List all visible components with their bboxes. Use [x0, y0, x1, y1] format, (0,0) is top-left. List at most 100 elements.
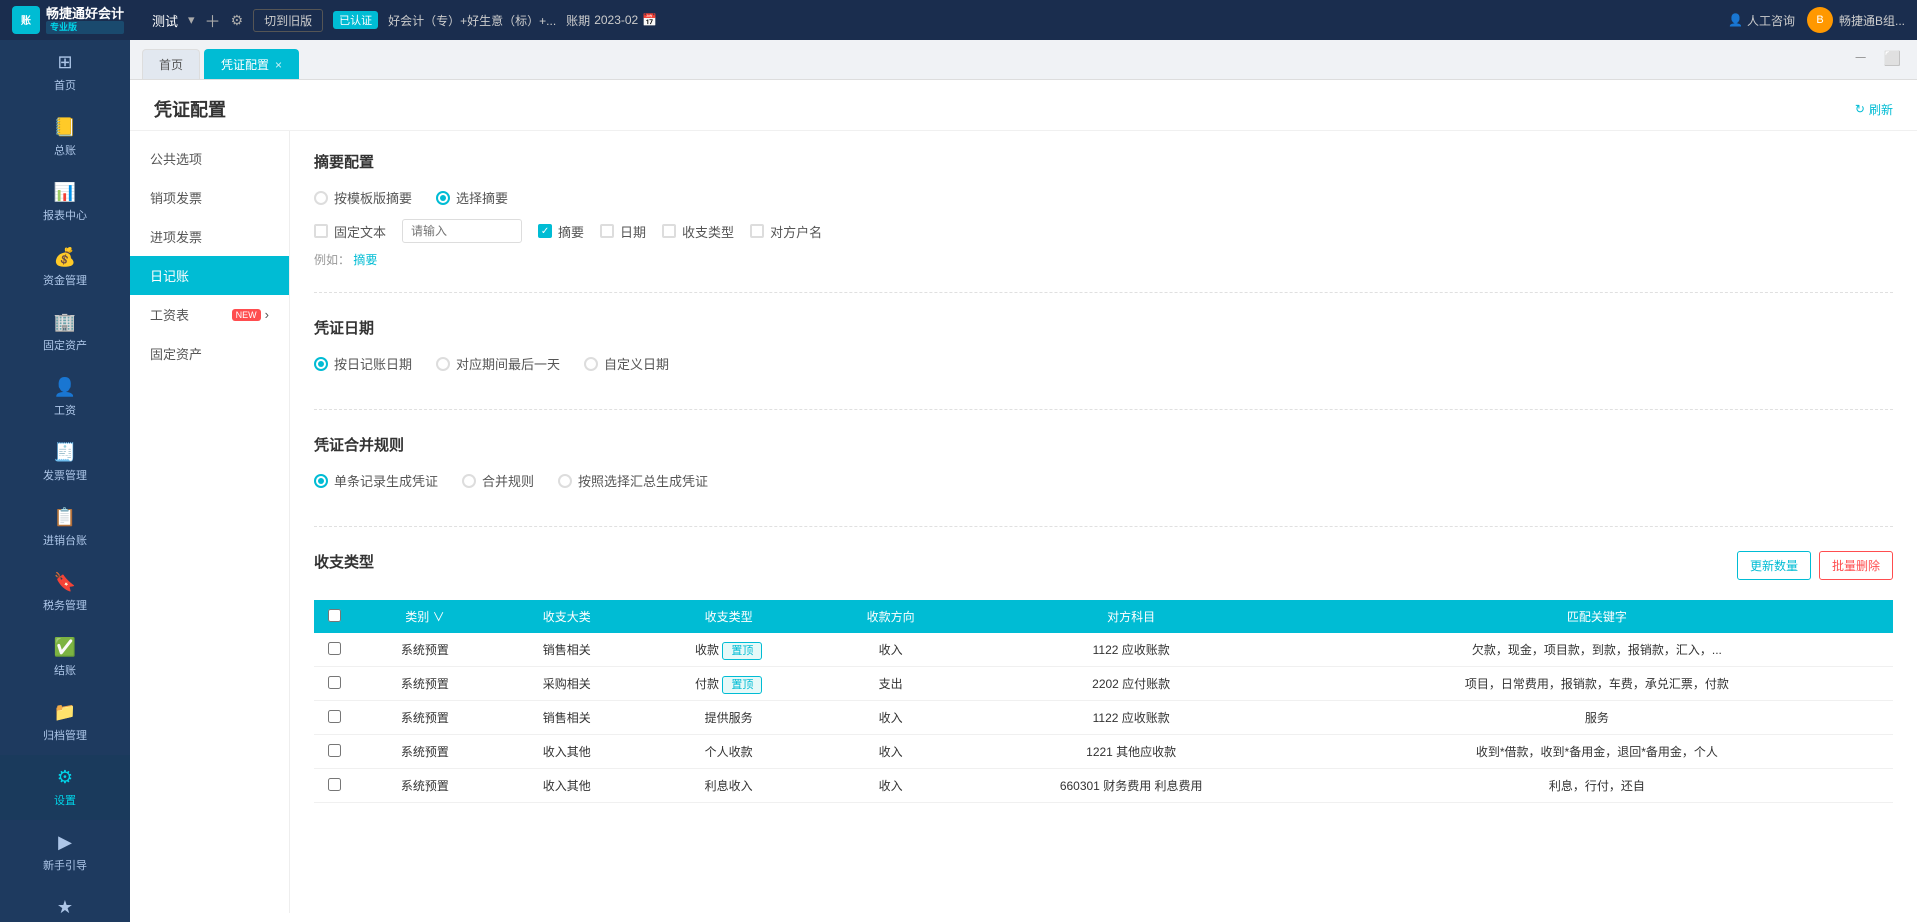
merge-rules-section: 凭证合并规则 单条记录生成凭证 合并规则 — [314, 434, 1893, 527]
pin-tag[interactable]: 置顶 — [722, 642, 762, 660]
row-direction: 收入 — [820, 633, 962, 667]
company-dropdown-icon[interactable]: ▾ — [188, 12, 195, 28]
sidebar-item-payroll[interactable]: 👤 工资 — [0, 365, 130, 430]
th-select-all[interactable] — [314, 600, 354, 633]
settings-icon[interactable]: ⚙ — [231, 12, 244, 29]
th-type: 收支类型 — [638, 600, 820, 633]
sidebar-item-label: 税务管理 — [43, 597, 87, 613]
sidebar-item-label: 设置 — [54, 792, 76, 808]
refresh-button[interactable]: ↻ 刷新 — [1855, 101, 1893, 118]
sidebar-item-invoice[interactable]: 🧾 发票管理 — [0, 430, 130, 495]
radio-select-total-circle — [558, 474, 572, 488]
sidebar-item-settings[interactable]: ⚙ 设置 — [0, 755, 130, 820]
update-count-button[interactable]: 更新数量 — [1737, 551, 1811, 580]
sidebar-item-archive[interactable]: 📁 归档管理 — [0, 690, 130, 755]
tab-home[interactable]: 首页 — [142, 49, 200, 79]
calendar-icon[interactable]: 📅 — [642, 13, 657, 27]
radio-journal-date[interactable]: 按日记账日期 — [314, 354, 412, 373]
minimize-button[interactable]: － — [1850, 46, 1872, 70]
row-checkbox-cell[interactable] — [314, 633, 354, 667]
tab-voucher-config[interactable]: 凭证配置 × — [204, 49, 299, 79]
row-major: 收入其他 — [496, 735, 638, 769]
row-checkbox-cell[interactable] — [314, 701, 354, 735]
row-checkbox[interactable] — [328, 642, 341, 655]
row-checkbox-cell[interactable] — [314, 735, 354, 769]
checkbox-summary[interactable]: ✓ 摘要 — [538, 222, 584, 241]
radio-select-total[interactable]: 按照选择汇总生成凭证 — [558, 471, 708, 490]
row-checkbox-cell[interactable] — [314, 667, 354, 701]
type-checkbox — [662, 224, 676, 238]
row-checkbox[interactable] — [328, 710, 341, 723]
content-area: 首页 凭证配置 × － ⬜ 凭证配置 ↻ 刷新 — [130, 40, 1917, 922]
assets-icon: 🏢 — [54, 312, 76, 333]
summary-config-title: 摘要配置 — [314, 151, 1893, 172]
maximize-button[interactable]: ⬜ — [1880, 46, 1905, 70]
sidebar-item-member[interactable]: ★ 畅会员 — [0, 885, 130, 922]
service-icon: 👤 — [1728, 13, 1743, 27]
tab-close-icon[interactable]: × — [275, 58, 282, 72]
pin-tag[interactable]: 置顶 — [722, 676, 762, 694]
sidebar-item-label: 资金管理 — [43, 272, 87, 288]
row-type: 提供服务 — [638, 701, 820, 735]
left-nav-public[interactable]: 公共选项 — [130, 139, 289, 178]
row-major: 收入其他 — [496, 769, 638, 803]
left-nav-sales-invoice[interactable]: 销项发票 — [130, 178, 289, 217]
chevron-right-icon: › — [265, 307, 269, 322]
radio-select[interactable]: 选择摘要 — [436, 188, 508, 207]
radio-period-last[interactable]: 对应期间最后一天 — [436, 354, 560, 373]
sidebar-item-purchase[interactable]: 📋 进销台账 — [0, 495, 130, 560]
radio-template[interactable]: 按模板版摘要 — [314, 188, 412, 207]
sidebar-item-assets[interactable]: 🏢 固定资产 — [0, 300, 130, 365]
table-row: 系统预置 销售相关 收款 置顶 收入 1122 应收账款 欠款，现金，项目款，到… — [314, 633, 1893, 667]
checkbox-fixed-text[interactable]: 固定文本 — [314, 222, 386, 241]
sidebar-item-reports[interactable]: 📊 报表中心 — [0, 170, 130, 235]
checkbox-type[interactable]: 收支类型 — [662, 222, 734, 241]
sidebar-item-home[interactable]: ⊞ 首页 — [0, 40, 130, 105]
sidebar-item-tax[interactable]: 🔖 税务管理 — [0, 560, 130, 625]
date-checkbox — [600, 224, 614, 238]
guide-icon: ▶ — [58, 832, 72, 853]
switch-version-button[interactable]: 切到旧版 — [253, 9, 323, 32]
left-nav-salary[interactable]: 工资表 NEW › — [130, 295, 289, 334]
row-checkbox-cell[interactable] — [314, 769, 354, 803]
row-keywords: 收到*借款，收到*备用金，退回*备用金，个人 — [1301, 735, 1893, 769]
row-major: 采购相关 — [496, 667, 638, 701]
row-category: 系统预置 — [354, 769, 496, 803]
tags-label: 好会计（专）+好生意（标）+... — [388, 12, 556, 29]
sidebar-item-funds[interactable]: 💰 资金管理 — [0, 235, 130, 300]
archive-icon: 📁 — [54, 702, 76, 723]
checkbox-counterpart[interactable]: 对方户名 — [750, 222, 822, 241]
left-nav-fixed-assets[interactable]: 固定资产 — [130, 334, 289, 373]
row-account: 1122 应收账款 — [962, 701, 1301, 735]
income-expense-section: 收支类型 更新数量 批量删除 — [314, 551, 1893, 827]
radio-custom-date[interactable]: 自定义日期 — [584, 354, 669, 373]
th-category: 类别 ∨ — [354, 600, 496, 633]
left-nav-journal[interactable]: 日记账 — [130, 256, 289, 295]
ledger-icon: 📒 — [54, 117, 76, 138]
income-expense-table: 类别 ∨ 收支大类 收支类型 收款方向 对方科目 匹配关键字 — [314, 600, 1893, 803]
fixed-text-input[interactable] — [402, 219, 522, 243]
sidebar-item-label: 新手引导 — [43, 857, 87, 873]
row-checkbox[interactable] — [328, 676, 341, 689]
row-type: 利息收入 — [638, 769, 820, 803]
sidebar-item-ledger[interactable]: 📒 总账 — [0, 105, 130, 170]
row-direction: 支出 — [820, 667, 962, 701]
checkbox-date[interactable]: 日期 — [600, 222, 646, 241]
row-category: 系统预置 — [354, 735, 496, 769]
home-icon: ⊞ — [57, 52, 72, 73]
service-button[interactable]: 👤 人工咨询 — [1728, 12, 1795, 29]
radio-merge[interactable]: 合并规则 — [462, 471, 534, 490]
batch-delete-button[interactable]: 批量删除 — [1819, 551, 1893, 580]
add-icon[interactable]: ＋ — [205, 8, 221, 32]
sidebar-item-label: 进销台账 — [43, 532, 87, 548]
row-checkbox[interactable] — [328, 744, 341, 757]
app-edition: 专业版 — [46, 21, 124, 34]
select-all-checkbox[interactable] — [328, 609, 341, 622]
sidebar-item-guide[interactable]: ▶ 新手引导 — [0, 820, 130, 885]
sidebar-item-closing[interactable]: ✅ 结账 — [0, 625, 130, 690]
row-direction: 收入 — [820, 735, 962, 769]
left-nav-purchase-invoice[interactable]: 进项发票 — [130, 217, 289, 256]
logo-icon: 账 — [12, 6, 40, 34]
radio-single[interactable]: 单条记录生成凭证 — [314, 471, 438, 490]
row-checkbox[interactable] — [328, 778, 341, 791]
